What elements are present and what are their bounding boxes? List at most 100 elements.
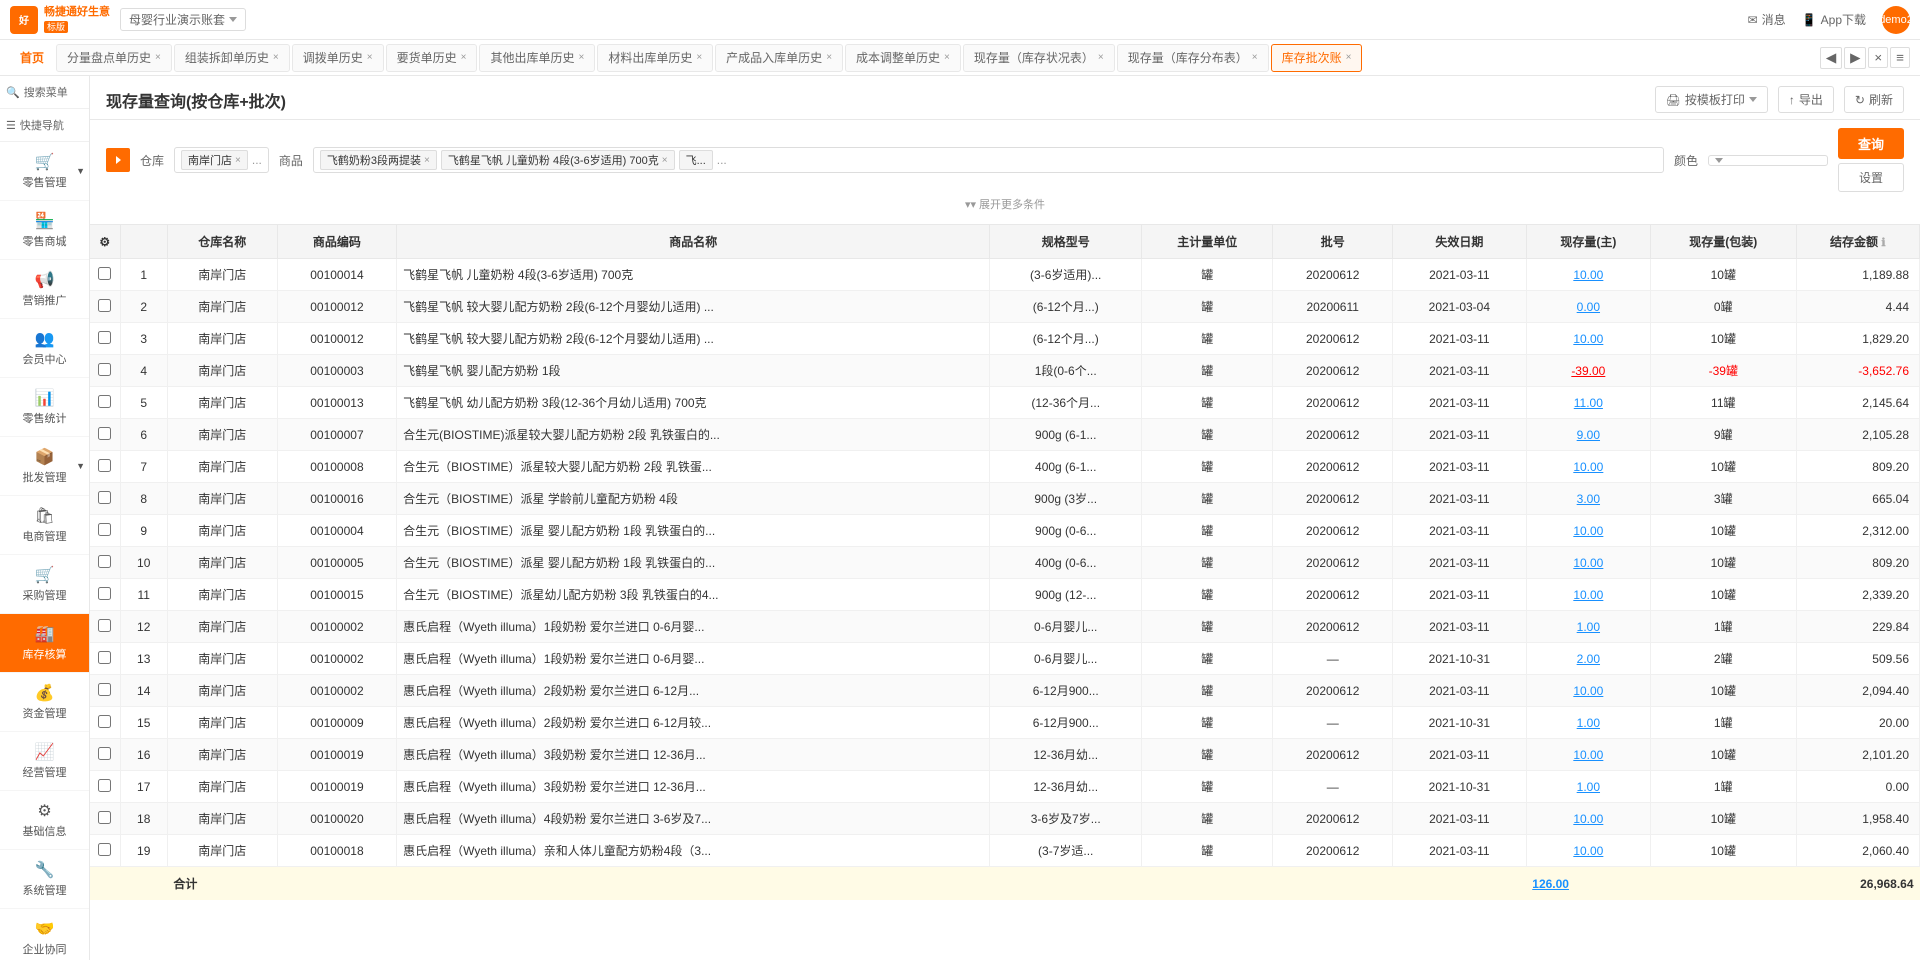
tab-home[interactable]: 首页 <box>10 44 54 72</box>
industry-selector[interactable]: 母婴行业演示账套 <box>120 8 246 31</box>
tab-qita[interactable]: 其他出库单历史 × <box>479 44 595 72</box>
td-checkbox[interactable] <box>90 547 120 579</box>
tab-xianzai2[interactable]: 现存量（库存分布表） × <box>1117 44 1269 72</box>
refresh-button[interactable]: ↻ 刷新 <box>1844 86 1904 113</box>
avatar[interactable]: demo2 <box>1882 6 1910 34</box>
expand-conditions-button[interactable]: ▾▾ 展开更多条件 <box>965 196 1045 212</box>
sidebar-search[interactable]: 🔍 搜索菜单 <box>0 76 89 109</box>
td-qty-main[interactable]: 11.00 <box>1526 387 1650 419</box>
td-qty-main[interactable]: 10.00 <box>1526 675 1650 707</box>
tab-close-zuhe[interactable]: × <box>273 52 279 63</box>
td-qty-main[interactable]: 10.00 <box>1526 835 1650 867</box>
td-qty-main[interactable]: 10.00 <box>1526 515 1650 547</box>
tab-xianzai1[interactable]: 现存量（库存状况表） × <box>963 44 1115 72</box>
td-checkbox[interactable] <box>90 515 120 547</box>
template-print-button[interactable]: 🖨 按模板打印 <box>1655 86 1768 113</box>
td-checkbox[interactable] <box>90 803 120 835</box>
tab-close-yaohuo[interactable]: × <box>461 52 467 63</box>
tab-close-chanjin[interactable]: × <box>826 52 832 63</box>
td-checkbox[interactable] <box>90 323 120 355</box>
sidebar-item-wholesale[interactable]: 📦 批发管理 ▼ <box>0 437 89 496</box>
sidebar-quick-nav[interactable]: ☰ 快捷导航 <box>0 109 89 142</box>
td-checkbox[interactable] <box>90 707 120 739</box>
export-button[interactable]: ↑ 导出 <box>1778 86 1834 113</box>
td-qty-main[interactable]: 1.00 <box>1526 707 1650 739</box>
tab-prev-button[interactable]: ◀ <box>1820 47 1842 69</box>
td-checkbox[interactable] <box>90 611 120 643</box>
tab-close-all-button[interactable]: × <box>1868 47 1888 68</box>
sidebar-item-retail-stats[interactable]: 📊 零售统计 <box>0 378 89 437</box>
sidebar-item-marketing[interactable]: 📢 营销推广 <box>0 260 89 319</box>
td-qty-main[interactable]: 10.00 <box>1526 803 1650 835</box>
td-qty-main[interactable]: 3.00 <box>1526 483 1650 515</box>
tab-menu-button[interactable]: ≡ <box>1890 47 1910 68</box>
td-checkbox[interactable] <box>90 483 120 515</box>
color-filter-box[interactable] <box>1708 155 1828 166</box>
td-checkbox[interactable] <box>90 739 120 771</box>
tab-chengben[interactable]: 成本调整单历史 × <box>845 44 961 72</box>
td-qty-main[interactable]: -39.00 <box>1526 355 1650 387</box>
td-checkbox[interactable] <box>90 387 120 419</box>
tab-close-xianzai2[interactable]: × <box>1252 52 1258 63</box>
td-checkbox[interactable] <box>90 419 120 451</box>
info-icon[interactable]: ℹ <box>1881 237 1885 249</box>
app-download-button[interactable]: 📱 App下载 <box>1802 11 1866 28</box>
tab-close-cailiao[interactable]: × <box>696 52 702 63</box>
tab-close-fenku[interactable]: × <box>155 52 161 63</box>
sidebar-item-ecommerce[interactable]: 🛍 电商管理 <box>0 496 89 555</box>
tab-close-chengben[interactable]: × <box>944 52 950 63</box>
sidebar-item-finance[interactable]: 💰 资金管理 <box>0 673 89 732</box>
product-filter-box[interactable]: 飞鹤奶粉3段两提装 × 飞鹤星飞帆 儿童奶粉 4段(3-6岁适用) 700克 ×… <box>313 147 1664 173</box>
tab-close-qita[interactable]: × <box>578 52 584 63</box>
tab-cailiao[interactable]: 材料出库单历史 × <box>597 44 713 72</box>
tab-zuhe[interactable]: 组装拆卸单历史 × <box>174 44 290 72</box>
td-qty-main[interactable]: 10.00 <box>1526 547 1650 579</box>
msg-button[interactable]: ✉ 消息 <box>1748 11 1786 28</box>
sidebar-item-base[interactable]: ⚙ 基础信息 <box>0 791 89 850</box>
tab-next-button[interactable]: ▶ <box>1844 47 1866 69</box>
td-checkbox[interactable] <box>90 643 120 675</box>
filter-toggle-button[interactable] <box>106 148 130 172</box>
td-checkbox[interactable] <box>90 675 120 707</box>
td-checkbox[interactable] <box>90 579 120 611</box>
td-checkbox[interactable] <box>90 451 120 483</box>
td-checkbox[interactable] <box>90 835 120 867</box>
tab-kupi[interactable]: 库存批次账 × <box>1271 44 1363 72</box>
td-qty-main[interactable]: 10.00 <box>1526 451 1650 483</box>
sidebar-item-member[interactable]: 👥 会员中心 <box>0 319 89 378</box>
tab-chanjin[interactable]: 产成品入库单历史 × <box>715 44 843 72</box>
td-checkbox[interactable] <box>90 291 120 323</box>
td-checkbox[interactable] <box>90 771 120 803</box>
setting-button[interactable]: 设置 <box>1838 163 1904 192</box>
sidebar-item-purchase[interactable]: 🛒 采购管理 <box>0 555 89 614</box>
sidebar-item-enterprise[interactable]: 🤝 企业协同 <box>0 909 89 960</box>
td-qty-main[interactable]: 9.00 <box>1526 419 1650 451</box>
td-qty-main[interactable]: 2.00 <box>1526 643 1650 675</box>
td-checkbox[interactable] <box>90 355 120 387</box>
query-button[interactable]: 查询 <box>1838 128 1904 159</box>
sidebar-item-inventory[interactable]: 🏭 库存核算 <box>0 614 89 673</box>
remove-warehouse-tag[interactable]: × <box>235 155 241 166</box>
remove-product-tag-1[interactable]: × <box>424 155 430 166</box>
td-qty-main[interactable]: 10.00 <box>1526 739 1650 771</box>
tab-diaoba[interactable]: 调拨单历史 × <box>292 44 384 72</box>
td-qty-main[interactable]: 10.00 <box>1526 579 1650 611</box>
warehouse-filter-box[interactable]: 南岸门店 × ... <box>174 147 269 173</box>
remove-product-tag-2[interactable]: × <box>662 155 668 166</box>
tab-fenku[interactable]: 分量盘点单历史 × <box>56 44 172 72</box>
tab-close-diaoba[interactable]: × <box>367 52 373 63</box>
td-qty-main[interactable]: 10.00 <box>1526 323 1650 355</box>
td-qty-main[interactable]: 1.00 <box>1526 611 1650 643</box>
footer-total-qty[interactable]: 126.00 <box>1526 867 1650 901</box>
tab-close-kupi[interactable]: × <box>1346 52 1352 63</box>
sidebar-item-system[interactable]: 🔧 系统管理 <box>0 850 89 909</box>
td-qty-main[interactable]: 10.00 <box>1526 259 1650 291</box>
td-qty-main[interactable]: 0.00 <box>1526 291 1650 323</box>
sidebar-item-operations[interactable]: 📈 经营管理 <box>0 732 89 791</box>
sidebar-item-retail-shop[interactable]: 🏪 零售商城 <box>0 201 89 260</box>
td-checkbox[interactable] <box>90 259 120 291</box>
th-settings[interactable]: ⚙ <box>90 225 120 259</box>
tab-close-xianzai1[interactable]: × <box>1098 52 1104 63</box>
sidebar-item-retail[interactable]: 🛒 零售管理 ▼ <box>0 142 89 201</box>
tab-yaohuo[interactable]: 要货单历史 × <box>386 44 478 72</box>
